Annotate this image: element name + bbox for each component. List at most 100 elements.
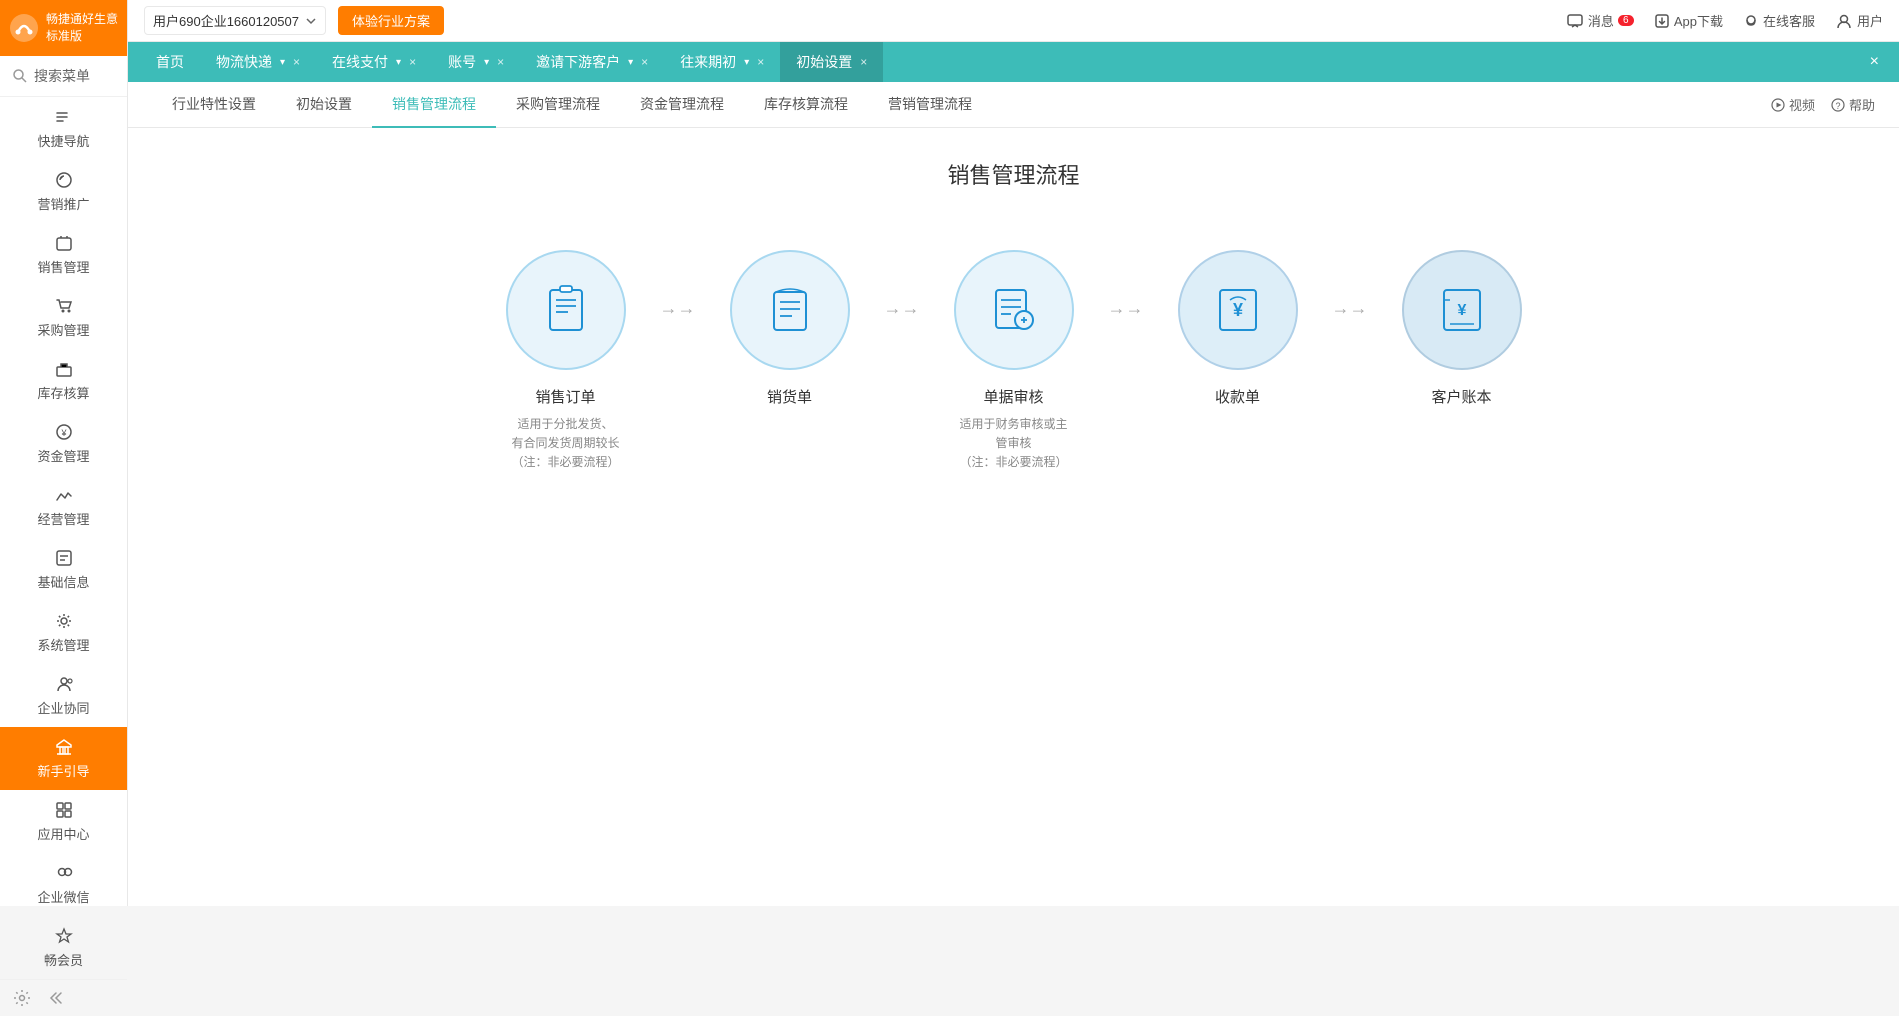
nav-tab-账号[interactable]: 账号 ▾ × — [432, 42, 520, 82]
user-name-label: 用户 — [1857, 11, 1883, 30]
logo-text: 畅捷通好生意 标准版 — [46, 11, 118, 45]
sub-tab-初始设置[interactable]: 初始设置 — [276, 82, 372, 128]
flow-step-review: 单据审核 适用于财务审核或主管审核（注：非必要流程） — [924, 250, 1104, 473]
account-icon: ¥ — [1434, 282, 1490, 338]
sidebar-item-basic-info[interactable]: 基础信息 — [0, 538, 127, 601]
close-tab-icon[interactable]: × — [409, 55, 416, 69]
sidebar-search[interactable]: 搜索菜单 — [0, 56, 127, 97]
message-button[interactable]: 消息 6 — [1566, 11, 1634, 30]
svg-text:?: ? — [1835, 101, 1840, 111]
nav-tab-初始设置[interactable]: 初始设置× — [780, 42, 883, 82]
video-icon — [1771, 98, 1785, 112]
sub-tabs-right: 视频 ? 帮助 — [1771, 95, 1875, 114]
sidebar-item-sales[interactable]: 销售管理 — [0, 223, 127, 286]
headset-icon — [1743, 13, 1759, 29]
flow-circle-invoice[interactable] — [730, 250, 850, 370]
sales-order-icon — [538, 282, 594, 338]
sidebar-logo: 畅捷通好生意 标准版 — [0, 0, 127, 56]
sidebar-bottom — [0, 979, 127, 1016]
user-menu[interactable]: 用户 — [1835, 11, 1883, 30]
enterprise-icon — [54, 674, 74, 694]
purchase-icon — [54, 296, 74, 316]
arrow-1: →→ — [656, 298, 700, 319]
arrow-4: →→ — [1328, 298, 1372, 319]
sidebar-item-enterprise[interactable]: 企业协同 — [0, 664, 127, 727]
chevron-down-icon: ▾ — [396, 57, 401, 68]
close-tab-icon[interactable]: × — [293, 55, 300, 69]
nav-tabs: 首页物流快递▾×在线支付▾×账号▾×邀请下游客户▾×往来期初▾×初始设置× × — [128, 42, 1899, 82]
online-service-button[interactable]: 在线客服 — [1743, 11, 1815, 30]
nav-tab-往来期初[interactable]: 往来期初 ▾ × — [664, 42, 780, 82]
sales-icon — [54, 233, 74, 253]
receipt-icon: ¥ — [1210, 282, 1266, 338]
close-tab-icon[interactable]: × — [860, 55, 867, 69]
trial-button[interactable]: 体验行业方案 — [338, 6, 444, 35]
sidebar-item-purchase[interactable]: 采购管理 — [0, 286, 127, 349]
sidebar-item-marketing[interactable]: 营销推广 — [0, 160, 127, 223]
sidebar-items: 快捷导航 营销推广 销售管理 采购管理 库存核算 ¥ 资金管理 经营管理 基础信… — [0, 97, 127, 979]
sidebar-item-system[interactable]: 系统管理 — [0, 601, 127, 664]
sidebar-item-vip[interactable]: 畅会员 — [0, 916, 127, 979]
flow-circle-review[interactable] — [954, 250, 1074, 370]
close-all-tabs[interactable]: × — [1862, 53, 1887, 71]
close-tab-icon[interactable]: × — [757, 55, 764, 69]
message-label: 消息 — [1588, 11, 1614, 30]
svg-text:¥: ¥ — [1232, 300, 1242, 320]
step-name-invoice: 销货单 — [767, 386, 812, 407]
sidebar-item-label-guide: 新手引导 — [37, 761, 89, 780]
page-content: 销售管理流程 销售订单 适用于分批发货、有合同 — [128, 128, 1899, 906]
sub-tab-采购管理流程[interactable]: 采购管理流程 — [496, 82, 620, 128]
basic-info-icon — [54, 548, 74, 568]
arrow-3: →→ — [1104, 298, 1148, 319]
sub-tab-销售管理流程[interactable]: 销售管理流程 — [372, 82, 496, 128]
nav-tab-在线支付[interactable]: 在线支付▾× — [316, 42, 432, 82]
settings-icon[interactable] — [12, 988, 32, 1008]
flow-circle-account[interactable]: ¥ — [1402, 250, 1522, 370]
sub-tab-资金管理流程[interactable]: 资金管理流程 — [620, 82, 744, 128]
quick-nav-icon — [54, 107, 74, 127]
close-tab-icon[interactable]: × — [497, 55, 504, 69]
nav-tab-邀请下游客户[interactable]: 邀请下游客户▾× — [520, 42, 664, 82]
help-link[interactable]: ? 帮助 — [1831, 95, 1875, 114]
sub-tab-库存核算流程[interactable]: 库存核算流程 — [744, 82, 868, 128]
sub-tab-营销管理流程[interactable]: 营销管理流程 — [868, 82, 992, 128]
sidebar-item-label-marketing: 营销推广 — [37, 194, 89, 213]
flow-step-account: ¥ 客户账本 — [1372, 250, 1552, 415]
inventory-icon — [54, 359, 74, 379]
nav-tab-label: 账号 — [448, 52, 476, 72]
collapse-icon[interactable] — [48, 988, 68, 1008]
review-icon — [986, 282, 1042, 338]
nav-tab-首页[interactable]: 首页 — [140, 42, 200, 82]
sidebar-item-quick-nav[interactable]: 快捷导航 — [0, 97, 127, 160]
sidebar-item-label-finance: 资金管理 — [37, 446, 89, 465]
sidebar-item-operations[interactable]: 经营管理 — [0, 475, 127, 538]
video-link[interactable]: 视频 — [1771, 95, 1815, 114]
sidebar: 畅捷通好生意 标准版 搜索菜单 快捷导航 营销推广 销售管理 采购管理 库存核算… — [0, 0, 128, 906]
chevron-down-icon: ▾ — [744, 57, 749, 68]
sub-tab-行业特性设置[interactable]: 行业特性设置 — [152, 82, 276, 128]
sidebar-item-guide[interactable]: 新手引导 — [0, 727, 127, 790]
message-icon — [1566, 12, 1584, 30]
step-name-review: 单据审核 — [983, 386, 1043, 407]
flow-circle-receipt[interactable]: ¥ — [1178, 250, 1298, 370]
sidebar-item-weixin[interactable]: 企业微信 — [0, 853, 127, 916]
search-icon — [12, 68, 28, 84]
sidebar-item-label-basic-info: 基础信息 — [37, 572, 89, 591]
search-label: 搜索菜单 — [34, 66, 90, 86]
app-download-button[interactable]: App下载 — [1654, 11, 1723, 30]
flow-circle-sales-order[interactable] — [506, 250, 626, 370]
step-desc-review: 适用于财务审核或主管审核（注：非必要流程） — [959, 415, 1067, 473]
sidebar-item-label-sales: 销售管理 — [37, 257, 89, 276]
sidebar-item-inventory[interactable]: 库存核算 — [0, 349, 127, 412]
vip-icon — [54, 926, 74, 946]
nav-tab-物流快递[interactable]: 物流快递▾× — [200, 42, 316, 82]
chevron-down-icon: ▾ — [484, 57, 489, 68]
flow-step-receipt: ¥ 收款单 — [1148, 250, 1328, 415]
sidebar-item-app-center[interactable]: 应用中心 — [0, 790, 127, 853]
sidebar-item-label-vip: 畅会员 — [44, 950, 83, 969]
sidebar-item-label-operations: 经营管理 — [37, 509, 89, 528]
user-select[interactable]: 用户690企业1660120507 — [144, 6, 326, 35]
sidebar-item-finance[interactable]: ¥ 资金管理 — [0, 412, 127, 475]
close-tab-icon[interactable]: × — [641, 55, 648, 69]
nav-tab-label: 往来期初 — [680, 52, 736, 72]
